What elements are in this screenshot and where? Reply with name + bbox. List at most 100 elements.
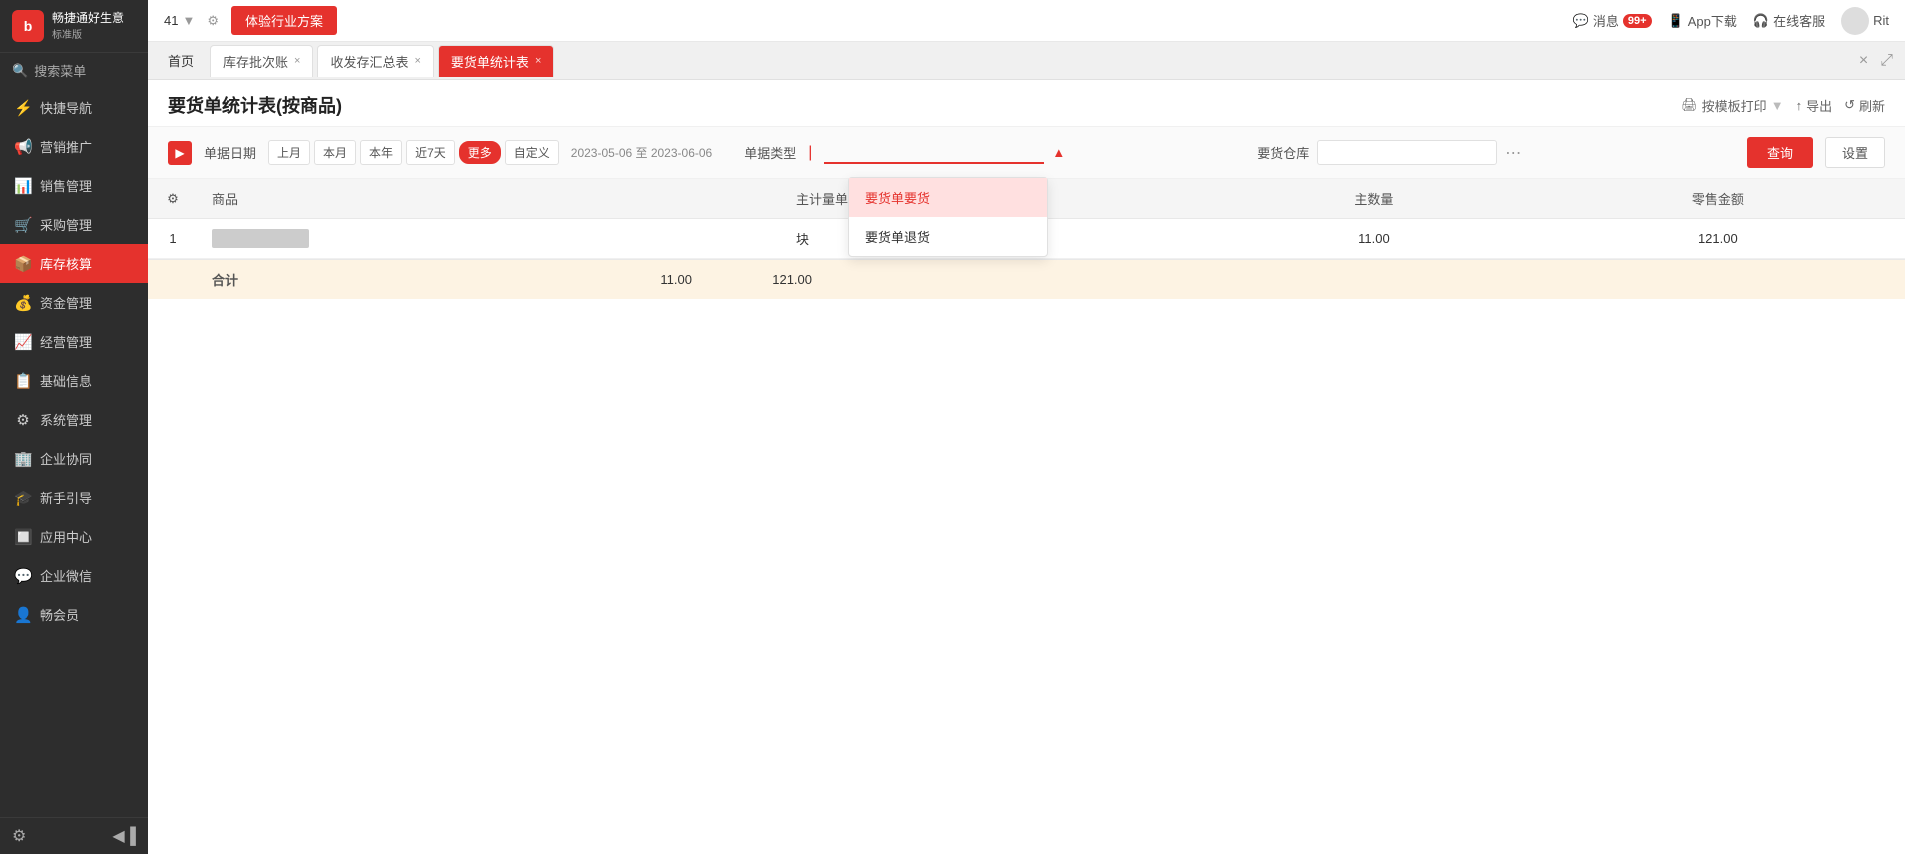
date-btn-this-month[interactable]: 本月 [314, 140, 356, 165]
collapse-icon[interactable]: ◀▐ [112, 826, 136, 846]
sidebar-item-enterprise[interactable]: 🏢 企业协同 [0, 439, 148, 478]
dropdown-item-order-goods[interactable]: 要货单要货 [849, 178, 1047, 217]
col-product: 商品 [198, 179, 782, 219]
row-quantity: 11.00 [1217, 219, 1531, 259]
col-quantity: 主数量 [1217, 179, 1531, 219]
user-avatar-area[interactable]: Rit [1841, 7, 1889, 35]
sidebar-item-label: 基础信息 [40, 371, 92, 390]
refresh-btn[interactable]: ↺ 刷新 [1844, 96, 1885, 115]
tab-expand-icon[interactable]: ⤢ [1876, 50, 1897, 72]
headset-icon: 🎧 [1753, 13, 1769, 29]
sales-icon: 📊 [14, 177, 32, 195]
tab-close-icon[interactable]: × [414, 55, 420, 67]
sidebar-bottom: ⚙ ◀▐ [0, 817, 148, 854]
footer-quantity: 11.00 [592, 272, 712, 287]
gear-icon[interactable]: ⚙ [207, 13, 219, 29]
sidebar-item-label: 企业协同 [40, 449, 92, 468]
message-icon: 💬 [1573, 13, 1589, 29]
tab-shipment-summary[interactable]: 收发存汇总表 × [317, 45, 433, 77]
date-label: 单据日期 [204, 143, 256, 162]
sidebar-item-guide[interactable]: 🎓 新手引导 [0, 478, 148, 517]
sidebar-item-finance[interactable]: 💰 资金管理 [0, 283, 148, 322]
tab-close-icon[interactable]: × [535, 55, 541, 67]
footer-amount: 121.00 [712, 272, 832, 287]
col-settings[interactable]: ⚙ [148, 179, 198, 219]
logo-text-block: 畅捷通好生意 标准版 [52, 11, 124, 42]
app-logo-icon: b [12, 10, 44, 42]
online-service-item[interactable]: 🎧 在线客服 [1753, 11, 1825, 30]
warehouse-input[interactable] [1317, 140, 1497, 165]
col-settings-icon[interactable]: ⚙ [167, 191, 179, 206]
warehouse-more-icon[interactable]: ⋯ [1505, 143, 1521, 163]
type-label: 单据类型 [744, 143, 796, 162]
tab-order-stats[interactable]: 要货单统计表 × [438, 45, 554, 77]
sidebar-item-marketing[interactable]: 📢 营销推广 [0, 127, 148, 166]
sidebar-item-inventory[interactable]: 📦 库存核算 [0, 244, 148, 283]
settings-bottom-icon[interactable]: ⚙ [12, 826, 26, 846]
store-selector[interactable]: 41 ▼ [164, 13, 195, 28]
trial-btn[interactable]: 体验行业方案 [231, 6, 337, 35]
sidebar-item-system[interactable]: ⚙ 系统管理 [0, 400, 148, 439]
warehouse-section: 要货仓库 ⋯ [1257, 140, 1521, 165]
purchase-icon: 🛒 [14, 216, 32, 234]
printer-icon: 🖨 [1681, 97, 1698, 113]
sidebar-item-wechat[interactable]: 💬 企业微信 [0, 556, 148, 595]
sidebar-item-label: 系统管理 [40, 410, 92, 429]
settings-button[interactable]: 设置 [1825, 137, 1885, 168]
sidebar-item-basic[interactable]: 📋 基础信息 [0, 361, 148, 400]
messages-item[interactable]: 💬 消息 99+ [1573, 11, 1652, 30]
basic-icon: 📋 [14, 372, 32, 390]
tab-close-icon[interactable]: × [294, 55, 300, 67]
sidebar-item-label: 库存核算 [40, 254, 92, 273]
member-icon: 👤 [14, 606, 32, 624]
date-btn-custom[interactable]: 自定义 [505, 140, 559, 165]
row-product: ████ [198, 219, 782, 259]
sidebar-item-label: 经营管理 [40, 332, 92, 351]
tab-batch-account[interactable]: 库存批次账 × [210, 45, 313, 77]
app-badge: 标准版 [52, 26, 124, 41]
date-btn-last-7days[interactable]: 近7天 [406, 140, 455, 165]
app-name: 畅捷通好生意 [52, 11, 124, 27]
home-label: 首页 [168, 51, 194, 70]
sidebar-item-label: 新手引导 [40, 488, 92, 507]
type-input[interactable] [824, 141, 1044, 164]
date-buttons: 上月 本月 本年 近7天 更多 自定义 [268, 140, 559, 165]
dropdown-item-order-return[interactable]: 要货单退货 [849, 217, 1047, 256]
query-button[interactable]: 查询 [1747, 137, 1813, 168]
sidebar-item-purchase[interactable]: 🛒 采购管理 [0, 205, 148, 244]
tab-close-all-icon[interactable]: × [1855, 50, 1872, 72]
main-area: 41 ▼ ⚙ 体验行业方案 💬 消息 99+ 📱 App下载 🎧 在线客服 Ri… [148, 0, 1905, 854]
app-download-label: App下载 [1688, 11, 1737, 30]
sidebar-item-label: 采购管理 [40, 215, 92, 234]
online-service-label: 在线客服 [1773, 11, 1825, 30]
sidebar-item-sales[interactable]: 📊 销售管理 [0, 166, 148, 205]
sidebar: b 畅捷通好生意 标准版 🔍 搜索菜单 ⚡ 快捷导航 📢 营销推广 📊 销售管理… [0, 0, 148, 854]
app-download-item[interactable]: 📱 App下载 [1668, 11, 1737, 30]
type-chevron-up-icon[interactable]: ▲ [1052, 145, 1065, 160]
date-btn-more[interactable]: 更多 [459, 141, 501, 164]
date-range-display: 2023-05-06 至 2023-06-06 [571, 144, 712, 161]
date-btn-this-year[interactable]: 本年 [360, 140, 402, 165]
sidebar-item-label: 销售管理 [40, 176, 92, 195]
quick-nav-icon: ⚡ [14, 99, 32, 117]
sidebar-item-label: 企业微信 [40, 566, 92, 585]
phone-icon: 📱 [1668, 13, 1684, 29]
sidebar-item-label: 畅会员 [40, 605, 79, 624]
tabbar: 首页 库存批次账 × 收发存汇总表 × 要货单统计表 × × ⤢ [148, 42, 1905, 80]
sidebar-search[interactable]: 🔍 搜索菜单 [0, 53, 148, 88]
sidebar-item-label: 快捷导航 [40, 98, 92, 117]
page-header: 要货单统计表(按商品) 🖨 按模板打印 ▼ ↑ 导出 ↺ 刷新 [148, 80, 1905, 127]
search-label: 搜索菜单 [34, 61, 86, 80]
sidebar-item-label: 资金管理 [40, 293, 92, 312]
print-btn[interactable]: 🖨 按模板打印 ▼ [1681, 96, 1783, 115]
tab-home[interactable]: 首页 [156, 45, 206, 76]
sidebar-item-quick-nav[interactable]: ⚡ 快捷导航 [0, 88, 148, 127]
export-btn[interactable]: ↑ 导出 [1796, 96, 1833, 115]
inventory-icon: 📦 [14, 255, 32, 273]
date-btn-last-month[interactable]: 上月 [268, 140, 310, 165]
sidebar-item-apps[interactable]: 🔲 应用中心 [0, 517, 148, 556]
sidebar-item-member[interactable]: 👤 畅会员 [0, 595, 148, 634]
sidebar-item-label: 营销推广 [40, 137, 92, 156]
sidebar-item-operations[interactable]: 📈 经营管理 [0, 322, 148, 361]
filter-toggle-btn[interactable]: ▶ [168, 141, 192, 165]
